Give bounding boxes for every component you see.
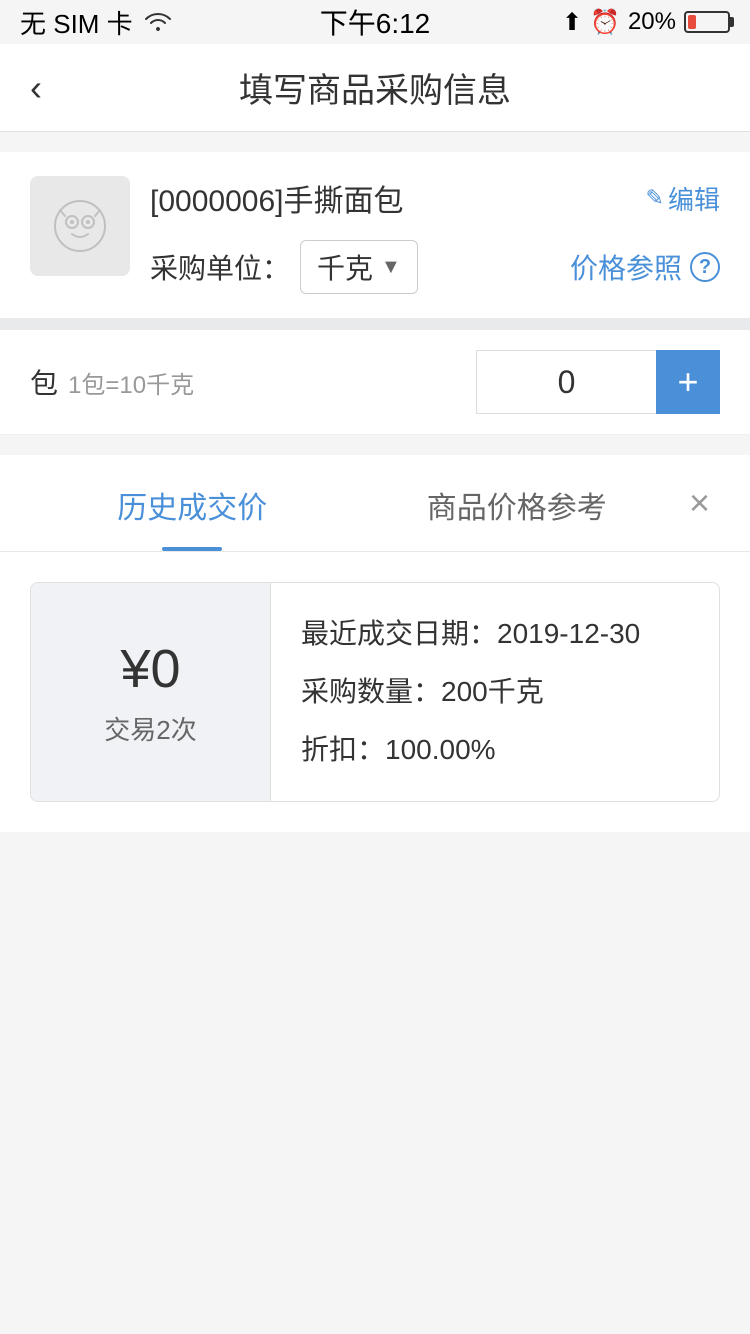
- price-details-right: 最近成交日期：2019-12-30 采购数量：200千克 折扣：100.00%: [271, 583, 719, 801]
- unit-conversion-info: 1包=10千克: [68, 365, 194, 400]
- purchase-unit-label: 采购单位：: [150, 247, 290, 287]
- edit-button[interactable]: ✎ 编辑: [646, 180, 720, 217]
- dropdown-arrow-icon: ▼: [381, 256, 401, 279]
- purchase-qty-value: 200千克: [441, 676, 544, 707]
- quantity-row: 包 1包=10千克 0 +: [0, 330, 750, 435]
- battery-fill: [688, 15, 696, 29]
- status-time: 下午6:12: [320, 2, 431, 42]
- status-bar: 无 SIM 卡 下午6:12 ⬆ ⏰ 20%: [0, 0, 750, 44]
- section-divider: [0, 318, 750, 330]
- price-ref-label: 价格参照: [570, 247, 682, 287]
- price-reference-button[interactable]: 价格参照 ?: [570, 247, 720, 287]
- product-info: [0000006]手撕面包 ✎ 编辑 采购单位： 千克 ▼ 价格参照: [150, 176, 720, 294]
- close-icon: ×: [689, 482, 710, 523]
- tab-header: 历史成交价 商品价格参考 ×: [0, 455, 750, 552]
- unit-selector: 采购单位： 千克 ▼: [150, 240, 418, 294]
- quantity-input[interactable]: 0: [476, 350, 656, 414]
- recent-date-row: 最近成交日期：2019-12-30: [301, 613, 689, 655]
- edit-label: 编辑: [668, 180, 720, 217]
- discount-row: 折扣：100.00%: [301, 729, 689, 771]
- recent-date-value: 2019-12-30: [497, 618, 640, 649]
- quantity-label: 包 1包=10千克: [30, 362, 194, 402]
- nav-bar: ‹ 填写商品采购信息: [0, 44, 750, 132]
- quantity-unit-label: 包: [30, 362, 58, 402]
- recent-date-label: 最近成交日期：: [301, 618, 497, 649]
- back-button[interactable]: ‹: [0, 67, 72, 109]
- wifi-icon: [143, 11, 173, 33]
- tab-product-ref[interactable]: 商品价格参考: [354, 455, 678, 551]
- currency-symbol: ¥: [120, 639, 150, 699]
- product-thumbnail: [30, 176, 130, 276]
- battery-text: 20%: [628, 8, 676, 36]
- plus-icon: +: [677, 361, 698, 403]
- tab-history-price[interactable]: 历史成交价: [30, 455, 354, 551]
- tab-history-label: 历史成交价: [117, 492, 267, 525]
- price-value: 0: [151, 639, 181, 699]
- quantity-value: 0: [558, 364, 576, 401]
- product-logo-icon: [50, 196, 110, 256]
- gps-icon: ⬆: [562, 8, 582, 37]
- tab-section: 历史成交价 商品价格参考 × ¥0 交易2次 最近成交日期：20: [0, 455, 750, 832]
- nav-title: 填写商品采购信息: [239, 63, 511, 112]
- main-content: 历史成交价 商品价格参考 × ¥0 交易2次 最近成交日期：20: [0, 455, 750, 1155]
- purchase-qty-label: 采购数量：: [301, 676, 441, 707]
- edit-icon: ✎: [646, 185, 664, 211]
- product-card: [0000006]手撕面包 ✎ 编辑 采购单位： 千克 ▼ 价格参照: [0, 152, 750, 318]
- purchase-unit-row: 采购单位： 千克 ▼ 价格参照 ?: [150, 240, 720, 294]
- status-carrier: 无 SIM 卡: [20, 4, 173, 41]
- price-ref-help-icon: ?: [690, 252, 720, 282]
- discount-label: 折扣：: [301, 734, 385, 765]
- product-name: [0000006]手撕面包: [150, 176, 403, 220]
- price-transactions: 交易2次: [104, 710, 196, 747]
- selected-unit: 千克: [317, 247, 373, 287]
- quantity-plus-button[interactable]: +: [656, 350, 720, 414]
- discount-value: 100.00%: [385, 734, 496, 765]
- battery-icon: [684, 11, 730, 33]
- purchase-qty-row: 采购数量：200千克: [301, 671, 689, 713]
- tab-close-button[interactable]: ×: [679, 482, 720, 524]
- alarm-icon: ⏰: [590, 8, 620, 37]
- status-right: ⬆ ⏰ 20%: [562, 8, 730, 37]
- price-summary-left: ¥0 交易2次: [31, 583, 271, 801]
- price-amount: ¥0: [120, 638, 180, 700]
- quantity-control: 0 +: [476, 350, 720, 414]
- tab-product-ref-label: 商品价格参考: [427, 492, 607, 525]
- price-card-container: ¥0 交易2次 最近成交日期：2019-12-30 采购数量：200千克 折扣：…: [0, 552, 750, 832]
- price-card: ¥0 交易2次 最近成交日期：2019-12-30 采购数量：200千克 折扣：…: [30, 582, 720, 802]
- unit-dropdown[interactable]: 千克 ▼: [300, 240, 418, 294]
- product-header: [0000006]手撕面包 ✎ 编辑 采购单位： 千克 ▼ 价格参照: [30, 176, 720, 294]
- product-title-row: [0000006]手撕面包 ✎ 编辑: [150, 176, 720, 220]
- carrier-text: 无 SIM 卡: [20, 4, 133, 41]
